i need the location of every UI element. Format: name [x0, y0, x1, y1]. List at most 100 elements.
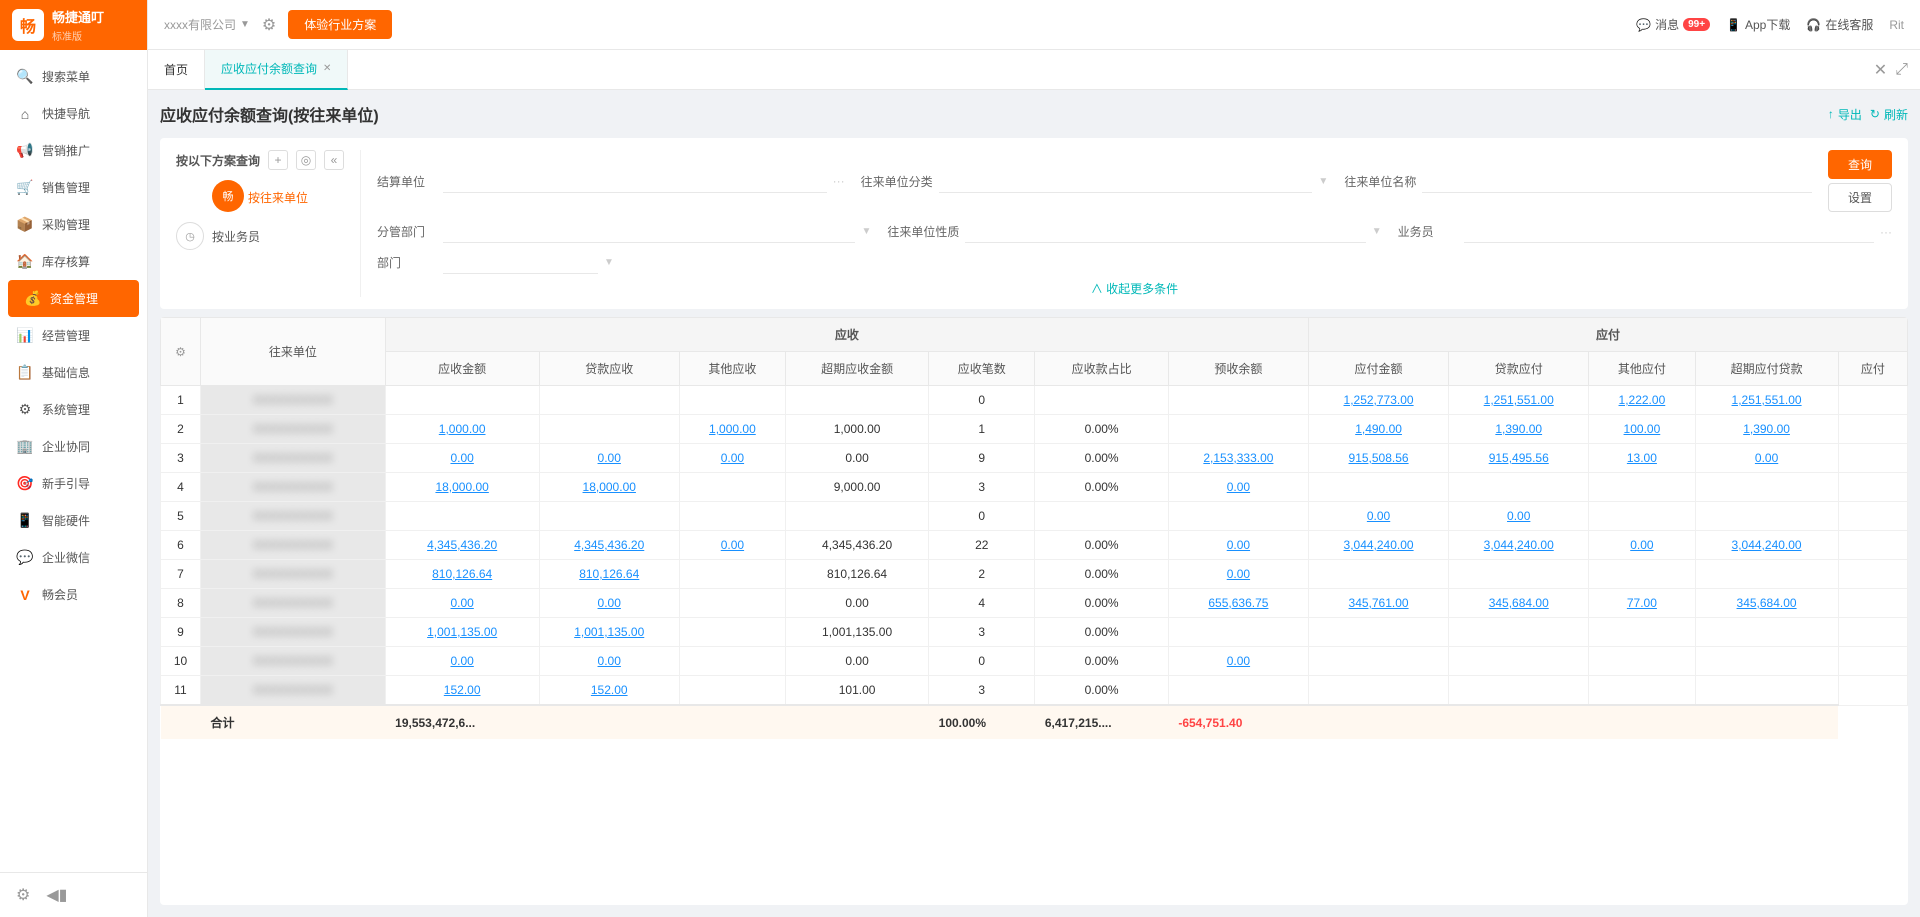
row-cell[interactable]: 1,222.00 [1589, 386, 1695, 415]
row-cell[interactable]: 345,684.00 [1695, 589, 1838, 618]
row-cell[interactable]: 1,251,551.00 [1695, 386, 1838, 415]
row-cell[interactable]: 1,390.00 [1695, 415, 1838, 444]
row-cell[interactable]: 4,345,436.20 [385, 531, 539, 560]
sidebar-item-member[interactable]: V 畅会员 [0, 576, 147, 613]
partner-nature-chevron-icon[interactable]: ▼ [1372, 226, 1382, 237]
sidebar-item-wechat[interactable]: 💬 企业微信 [0, 539, 147, 576]
row-cell[interactable]: 0.00 [539, 589, 679, 618]
export-button[interactable]: ↑ 导出 [1828, 106, 1862, 123]
table-gear-icon[interactable]: ⚙ [175, 345, 186, 359]
sidebar-item-system[interactable]: ⚙ 系统管理 [0, 391, 147, 428]
tab-home[interactable]: 首页 [148, 50, 205, 90]
sidebar-item-hardware[interactable]: 📱 智能硬件 [0, 502, 147, 539]
message-action[interactable]: 💬 消息 99+ [1636, 16, 1710, 33]
filter-add-button[interactable]: + [268, 150, 288, 170]
sidebar-item-guide[interactable]: 🎯 新手引导 [0, 465, 147, 502]
salesperson-input[interactable] [1464, 220, 1874, 243]
row-cell[interactable]: 345,761.00 [1308, 589, 1448, 618]
row-cell[interactable]: 1,000.00 [679, 415, 785, 444]
row-cell[interactable]: 0.00 [1589, 531, 1695, 560]
scheme-salesperson[interactable]: ◷ 按业务员 [176, 222, 344, 250]
settlement-unit-dots[interactable]: ··· [833, 174, 845, 188]
dept-main-chevron-icon[interactable]: ▼ [861, 226, 871, 237]
row-cell[interactable]: 1,251,551.00 [1449, 386, 1589, 415]
promo-button[interactable]: 体验行业方案 [288, 10, 392, 39]
row-cell[interactable]: 0.00 [1695, 444, 1838, 473]
settlement-unit-input[interactable] [443, 170, 827, 193]
row-cell[interactable]: 0.00 [385, 444, 539, 473]
row-cell[interactable]: 1,390.00 [1449, 415, 1589, 444]
query-button[interactable]: 查询 [1828, 150, 1892, 179]
row-cell[interactable]: 0.00 [1308, 502, 1448, 531]
row-cell[interactable]: 0.00 [1168, 473, 1308, 502]
row-cell[interactable]: 13.00 [1589, 444, 1695, 473]
row-cell[interactable]: 0.00 [679, 444, 785, 473]
row-cell[interactable]: 1,252,773.00 [1308, 386, 1448, 415]
filter-target-button[interactable]: ◎ [296, 150, 316, 170]
row-cell[interactable]: 915,495.56 [1449, 444, 1589, 473]
row-cell[interactable]: 1,001,135.00 [539, 618, 679, 647]
row-cell[interactable]: 18,000.00 [539, 473, 679, 502]
row-cell[interactable]: 0.00 [539, 647, 679, 676]
filter-collapse-button[interactable]: ∧ 收起更多条件 [377, 280, 1892, 297]
row-cell[interactable]: 0.00 [1168, 647, 1308, 676]
salesperson-dots[interactable]: ··· [1880, 225, 1892, 239]
row-cell[interactable]: 3,044,240.00 [1449, 531, 1589, 560]
user-info[interactable]: Rit [1889, 18, 1904, 32]
sidebar-item-search[interactable]: 🔍 搜索菜单 [0, 58, 147, 95]
partner-category-chevron-icon[interactable]: ▼ [1318, 176, 1328, 187]
dept-main-input[interactable] [443, 220, 855, 243]
refresh-button[interactable]: ↻ 刷新 [1870, 106, 1908, 123]
row-cell[interactable]: 345,684.00 [1449, 589, 1589, 618]
footer-settings-icon[interactable]: ⚙ [16, 885, 30, 905]
sidebar-item-purchase[interactable]: 📦 采购管理 [0, 206, 147, 243]
tab-expand-icon[interactable]: ⤢ [1895, 61, 1908, 79]
row-cell[interactable]: 152.00 [385, 676, 539, 706]
tab-close-icon[interactable]: ✕ [323, 63, 331, 74]
row-cell[interactable]: 1,000.00 [385, 415, 539, 444]
row-cell[interactable]: 3,044,240.00 [1695, 531, 1838, 560]
service-action[interactable]: 🎧 在线客服 [1806, 16, 1873, 33]
row-cell[interactable]: 810,126.64 [385, 560, 539, 589]
sidebar-item-basic[interactable]: 📋 基础信息 [0, 354, 147, 391]
department-input[interactable] [443, 251, 598, 274]
row-cell[interactable]: 810,126.64 [539, 560, 679, 589]
sidebar-item-inventory[interactable]: 🏠 库存核算 [0, 243, 147, 280]
row-cell[interactable]: 100.00 [1589, 415, 1695, 444]
sidebar-item-operations[interactable]: 📊 经营管理 [0, 317, 147, 354]
row-cell[interactable]: 0.00 [1449, 502, 1589, 531]
sidebar-item-sales[interactable]: 🛒 销售管理 [0, 169, 147, 206]
row-cell[interactable]: 915,508.56 [1308, 444, 1448, 473]
row-cell[interactable]: 0.00 [1168, 560, 1308, 589]
department-chevron-icon[interactable]: ▼ [604, 257, 614, 268]
row-cell[interactable]: 1,490.00 [1308, 415, 1448, 444]
row-cell[interactable]: 0.00 [385, 647, 539, 676]
row-cell[interactable]: 655,636.75 [1168, 589, 1308, 618]
tab-balance[interactable]: 应收应付余额查询 ✕ [205, 50, 348, 90]
partner-category-input[interactable] [939, 170, 1313, 193]
filter-collapse-left-button[interactable]: « [324, 150, 344, 170]
tab-close-window-icon[interactable]: ✕ [1874, 60, 1887, 80]
row-cell[interactable]: 152.00 [539, 676, 679, 706]
row-cell[interactable]: 0.00 [385, 589, 539, 618]
footer-collapse-icon[interactable]: ◀▮ [46, 885, 67, 905]
header-gear-icon[interactable]: ⚙ [262, 15, 276, 35]
app-download-action[interactable]: 📱 App下载 [1726, 16, 1790, 33]
settings-button[interactable]: 设置 [1828, 183, 1892, 212]
sidebar-item-quicknav[interactable]: ⌂ 快捷导航 [0, 95, 147, 132]
sidebar-item-finance[interactable]: 💰 资金管理 [8, 280, 139, 317]
row-cell[interactable]: 3,044,240.00 [1308, 531, 1448, 560]
row-cell[interactable]: 2,153,333.00 [1168, 444, 1308, 473]
sidebar-item-marketing[interactable]: 📢 营销推广 [0, 132, 147, 169]
row-cell[interactable]: 18,000.00 [385, 473, 539, 502]
sidebar-item-enterprise[interactable]: 🏢 企业协同 [0, 428, 147, 465]
row-cell[interactable]: 0.00 [1168, 531, 1308, 560]
footer-recv-total[interactable]: 19,553,472,6... [385, 705, 539, 739]
row-cell[interactable]: 4,345,436.20 [539, 531, 679, 560]
row-cell[interactable]: 0.00 [679, 531, 785, 560]
scheme-partner[interactable]: 畅 按往来单位 [176, 180, 344, 214]
row-cell[interactable]: 77.00 [1589, 589, 1695, 618]
partner-nature-input[interactable] [965, 220, 1365, 243]
row-cell[interactable]: 1,001,135.00 [385, 618, 539, 647]
partner-name-input[interactable] [1422, 170, 1812, 193]
